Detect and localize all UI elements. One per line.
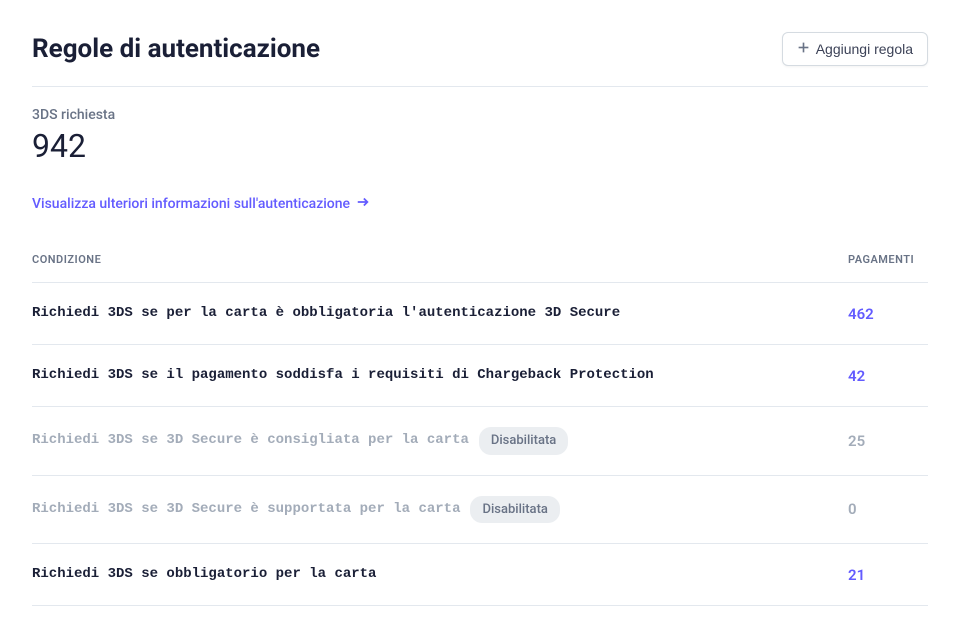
payment-count: 25 [848, 432, 928, 450]
rule-condition: Richiedi 3DS se il pagamento soddisfa i … [32, 365, 848, 386]
table-row[interactable]: Richiedi 3DS se obbligatorio per la cart… [32, 544, 928, 606]
rule-condition-text: Richiedi 3DS se per la carta è obbligato… [32, 303, 620, 324]
column-header-payments: PAGAMENTI [848, 253, 928, 266]
table-header: CONDIZIONE PAGAMENTI [32, 253, 928, 283]
add-rule-label: Aggiungi regola [816, 41, 913, 57]
payment-count: 21 [848, 566, 928, 584]
payment-count: 42 [848, 367, 928, 385]
table-body: Richiedi 3DS se per la carta è obbligato… [32, 283, 928, 606]
payment-count: 0 [848, 500, 928, 518]
payment-count: 462 [848, 305, 928, 323]
add-rule-button[interactable]: Aggiungi regola [782, 32, 928, 66]
page-title: Regole di autenticazione [32, 34, 320, 64]
plus-icon [797, 41, 810, 57]
stats-section: 3DS richiesta 942 Visualizza ulteriori i… [32, 87, 928, 253]
view-more-text: Visualizza ulteriori informazioni sull'a… [32, 196, 350, 212]
rule-condition: Richiedi 3DS se 3D Secure è supportata p… [32, 496, 848, 524]
table-row[interactable]: Richiedi 3DS se il pagamento soddisfa i … [32, 345, 928, 407]
page-header: Regole di autenticazione Aggiungi regola [32, 32, 928, 87]
table-row[interactable]: Richiedi 3DS se 3D Secure è consigliata … [32, 407, 928, 476]
table-row[interactable]: Richiedi 3DS se 3D Secure è supportata p… [32, 476, 928, 545]
rule-condition-text: Richiedi 3DS se obbligatorio per la cart… [32, 564, 376, 585]
arrow-right-icon [356, 195, 370, 213]
stats-label: 3DS richiesta [32, 107, 928, 123]
rule-condition-text: Richiedi 3DS se 3D Secure è consigliata … [32, 430, 469, 451]
status-badge: Disabilitata [479, 427, 568, 455]
rule-condition: Richiedi 3DS se obbligatorio per la cart… [32, 564, 848, 585]
table-row[interactable]: Richiedi 3DS se per la carta è obbligato… [32, 283, 928, 345]
rule-condition-text: Richiedi 3DS se 3D Secure è supportata p… [32, 499, 460, 520]
view-more-link[interactable]: Visualizza ulteriori informazioni sull'a… [32, 195, 370, 213]
column-header-condition: CONDIZIONE [32, 253, 101, 266]
rule-condition: Richiedi 3DS se per la carta è obbligato… [32, 303, 848, 324]
stats-value: 942 [32, 127, 928, 165]
rule-condition-text: Richiedi 3DS se il pagamento soddisfa i … [32, 365, 654, 386]
status-badge: Disabilitata [470, 496, 559, 524]
rule-condition: Richiedi 3DS se 3D Secure è consigliata … [32, 427, 848, 455]
